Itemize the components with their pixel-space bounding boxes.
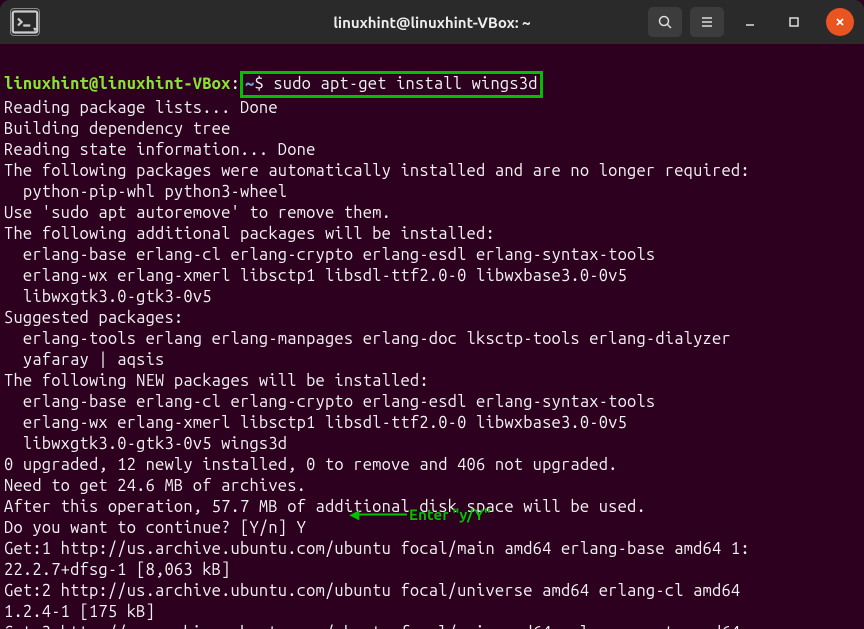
output-line: The following additional packages will b…	[4, 225, 495, 243]
search-icon	[657, 14, 673, 30]
window-title: linuxhint@linuxhint-VBox: ~	[333, 14, 530, 31]
output-line: Suggested packages:	[4, 309, 183, 327]
output-line: Need to get 24.6 MB of archives.	[4, 477, 306, 495]
output-line: Building dependency tree	[4, 120, 231, 138]
output-line: The following packages were automaticall…	[4, 162, 750, 180]
output-line: Reading state information... Done	[4, 141, 316, 159]
search-button[interactable]	[648, 7, 682, 37]
hamburger-icon	[699, 14, 715, 30]
minimize-icon	[744, 16, 756, 28]
output-line: erlang-base erlang-cl erlang-crypto erla…	[4, 246, 655, 264]
terminal-body[interactable]: linuxhint@linuxhint-VBox:~$ sudo apt-get…	[0, 44, 864, 629]
output-line: erlang-tools erlang erlang-manpages erla…	[4, 330, 731, 348]
output-line: Get:2 http://us.archive.ubuntu.com/ubunt…	[4, 582, 750, 600]
titlebar: linuxhint@linuxhint-VBox: ~	[0, 0, 864, 44]
output-line: libwxgtk3.0-gtk3-0v5 wings3d	[4, 435, 287, 453]
new-tab-button[interactable]	[10, 8, 40, 36]
titlebar-left	[10, 8, 40, 36]
minimize-button[interactable]	[732, 0, 768, 44]
menu-button[interactable]	[690, 7, 724, 37]
maximize-icon	[788, 16, 800, 28]
output-line: Do you want to continue? [Y/n] Y	[4, 519, 306, 537]
output-line: 1.2.4-1 [175 kB]	[4, 603, 155, 621]
output-line: erlang-base erlang-cl erlang-crypto erla…	[4, 393, 655, 411]
annotation-text: Enter "y/Y"	[409, 504, 491, 525]
prompt-dollar: $	[254, 75, 263, 93]
output-line: yafaray | aqsis	[4, 351, 164, 369]
output-line: erlang-wx erlang-xmerl libsctp1 libsdl-t…	[4, 267, 627, 285]
output-line: The following NEW packages will be insta…	[4, 372, 429, 390]
titlebar-right	[648, 0, 854, 44]
close-button[interactable]	[826, 8, 854, 36]
output-line: 22.2.7+dfsg-1 [8,063 kB]	[4, 561, 231, 579]
output-line: python-pip-whl python3-wheel	[4, 183, 287, 201]
command-text: sudo apt-get install wings3d	[264, 75, 538, 93]
terminal-icon	[11, 8, 39, 36]
command-highlight: ~$ sudo apt-get install wings3d	[240, 71, 543, 98]
output-line: Use 'sudo apt autoremove' to remove them…	[4, 204, 391, 222]
output-line: 0 upgraded, 12 newly installed, 0 to rem…	[4, 456, 618, 474]
prompt-colon: :	[231, 75, 240, 93]
prompt-user-host: linuxhint@linuxhint-VBox	[4, 75, 231, 93]
output-line: Get:1 http://us.archive.ubuntu.com/ubunt…	[4, 540, 750, 558]
arrow-icon: ◂———	[350, 504, 405, 525]
output-line: Reading package lists... Done	[4, 99, 278, 117]
terminal-window: linuxhint@linuxhint-VBox: ~ linuxhint@li…	[0, 0, 864, 629]
maximize-button[interactable]	[776, 0, 812, 44]
output-line: Get:3 http://us.archive.ubuntu.com/ubunt…	[4, 624, 750, 629]
close-icon	[834, 16, 846, 28]
output-line: erlang-wx erlang-xmerl libsctp1 libsdl-t…	[4, 414, 627, 432]
output-line: After this operation, 57.7 MB of additio…	[4, 498, 646, 516]
annotation: ◂——— Enter "y/Y"	[350, 504, 491, 525]
output-line: libwxgtk3.0-gtk3-0v5	[4, 288, 212, 306]
